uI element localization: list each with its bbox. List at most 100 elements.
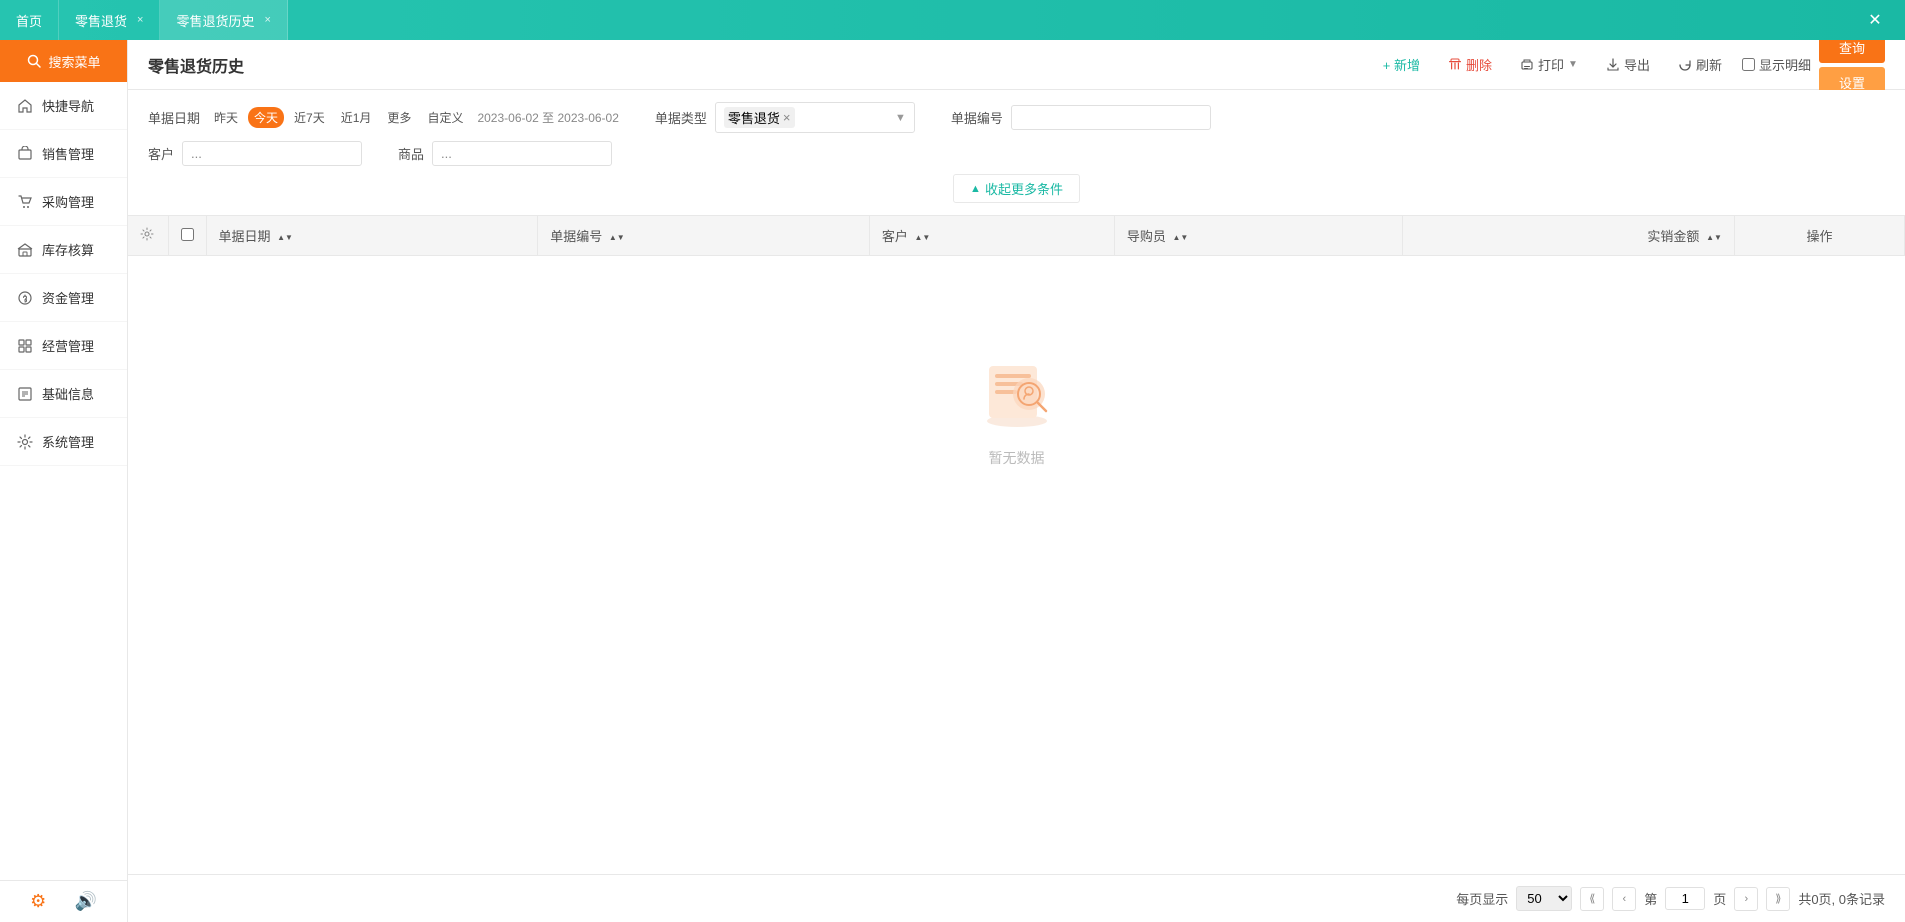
th-guide-label: 导购员 (1127, 229, 1166, 244)
date-filter: 单据日期 昨天 今天 近7天 近1月 更多 自定义 2023-06-02 至 2… (148, 107, 619, 128)
sidebar-item-purchase-mgmt[interactable]: 采购管理 (0, 178, 127, 226)
sidebar-item-quick-nav-label: 快捷导航 (42, 96, 94, 115)
date-opt-custom[interactable]: 自定义 (421, 107, 469, 128)
th-date[interactable]: 单据日期 ▲▼ (206, 216, 538, 256)
top-bar-right: ✕ (1861, 6, 1905, 34)
sidebar-item-finance[interactable]: 资金管理 (0, 274, 127, 322)
new-button[interactable]: + 新增 (1375, 51, 1428, 78)
th-checkbox[interactable] (168, 216, 206, 256)
sidebar-item-sales-label: 销售管理 (42, 144, 94, 163)
date-opt-1month[interactable]: 近1月 (335, 107, 378, 128)
warehouse-icon (16, 241, 34, 259)
show-detail-label: 显示明细 (1759, 55, 1811, 74)
select-all-checkbox[interactable] (181, 228, 194, 241)
type-select-arrow: ▼ (895, 112, 906, 124)
tab-retail-return-history-close[interactable]: × (264, 14, 270, 26)
top-bar: 首页 零售退货 × 零售退货历史 × ✕ (0, 0, 1905, 40)
date-filter-label: 单据日期 (148, 108, 200, 127)
print-button[interactable]: 打印 ▼ (1512, 51, 1586, 78)
th-amount[interactable]: 实销金额 ▲▼ (1403, 216, 1735, 256)
export-btn-label: 导出 (1624, 55, 1650, 74)
per-page-select[interactable]: 50 100 200 (1516, 886, 1572, 911)
type-tag: 零售退货 × (724, 107, 795, 128)
type-filter-label: 单据类型 (655, 108, 707, 127)
tab-home[interactable]: 首页 (0, 0, 59, 40)
th-settings[interactable] (128, 216, 168, 256)
last-page-button[interactable]: ⟫ (1766, 887, 1790, 911)
sidebar-menu: 快捷导航 销售管理 (0, 82, 127, 880)
tab-list: 首页 零售退货 × 零售退货历史 × (0, 0, 1861, 40)
show-detail-checkbox[interactable]: 显示明细 (1742, 55, 1811, 74)
system-icon (16, 433, 34, 451)
type-tag-label: 零售退货 (728, 108, 780, 127)
sidebar-item-sales-mgmt[interactable]: 销售管理 (0, 130, 127, 178)
table-container: 单据日期 ▲▼ 单据编号 ▲▼ 客户 ▲▼ 导购员 (128, 216, 1905, 874)
date-sort-icon: ▲▼ (277, 234, 293, 242)
no-sort-icon: ▲▼ (609, 234, 625, 242)
th-customer-label: 客户 (882, 229, 908, 244)
customer-sort-icon: ▲▼ (915, 234, 931, 242)
print-icon (1520, 58, 1534, 72)
refresh-button[interactable]: 刷新 (1670, 51, 1730, 78)
print-dropdown-icon[interactable]: ▼ (1568, 59, 1578, 70)
goods-filter-input[interactable]: ... (432, 141, 612, 166)
empty-state: 暂无数据 (128, 256, 1905, 548)
empty-text: 暂无数据 (989, 448, 1045, 468)
date-opt-today[interactable]: 今天 (248, 107, 284, 128)
date-range-display: 2023-06-02 至 2023-06-02 (477, 109, 618, 126)
prev-page-button[interactable]: ‹ (1612, 887, 1636, 911)
sidebar-item-purchase-label: 采购管理 (42, 192, 94, 211)
next-page-button[interactable]: › (1734, 887, 1758, 911)
refresh-icon (1678, 58, 1692, 72)
customer-filter-input[interactable]: ... (182, 141, 362, 166)
sidebar-search[interactable]: 搜索菜单 (0, 40, 127, 82)
tab-retail-return-history[interactable]: 零售退货历史 × (160, 0, 287, 40)
export-button[interactable]: 导出 (1598, 51, 1658, 78)
delete-button[interactable]: 删除 (1440, 51, 1500, 78)
tab-retail-return[interactable]: 零售退货 × (59, 0, 160, 40)
type-tag-close[interactable]: × (783, 110, 791, 125)
sidebar-settings-icon[interactable]: ⚙ (30, 891, 46, 912)
toolbar: + 新增 删除 (1375, 51, 1811, 78)
customer-placeholder: ... (191, 146, 202, 161)
voucher-filter-input[interactable] (1011, 105, 1211, 130)
page-number-input[interactable]: 1 (1665, 887, 1705, 910)
date-options: 昨天 今天 近7天 近1月 更多 自定义 (208, 107, 469, 128)
window-close-button[interactable]: ✕ (1861, 6, 1889, 34)
filter-area: 单据日期 昨天 今天 近7天 近1月 更多 自定义 2023-06-02 至 2… (128, 90, 1905, 216)
sidebar-item-inventory[interactable]: 库存核算 (0, 226, 127, 274)
total-label: 共0页, 0条记录 (1798, 889, 1885, 908)
page-header: 零售退货历史 + 新增 删除 (128, 40, 1905, 90)
date-opt-yesterday[interactable]: 昨天 (208, 107, 244, 128)
first-page-button[interactable]: ⟪ (1580, 887, 1604, 911)
main-layout: 搜索菜单 快捷导航 销售管理 (0, 40, 1905, 922)
collapse-button[interactable]: ▲ 收起更多条件 (953, 174, 1080, 203)
operations-icon (16, 337, 34, 355)
content-area: 零售退货历史 + 新增 删除 (128, 40, 1905, 922)
guide-sort-icon: ▲▼ (1173, 234, 1189, 242)
date-opt-7days[interactable]: 近7天 (288, 107, 331, 128)
filter-row-1: 单据日期 昨天 今天 近7天 近1月 更多 自定义 2023-06-02 至 2… (148, 102, 1885, 133)
home-icon (16, 97, 34, 115)
query-button[interactable]: 查询 (1819, 40, 1885, 63)
search-icon (26, 53, 42, 69)
per-page-label: 每页显示 (1456, 889, 1508, 908)
th-guide[interactable]: 导购员 ▲▼ (1114, 216, 1402, 256)
th-no[interactable]: 单据编号 ▲▼ (538, 216, 870, 256)
amount-sort-icon: ▲▼ (1706, 234, 1722, 242)
purchase-icon (16, 193, 34, 211)
type-filter-select[interactable]: 零售退货 × ▼ (715, 102, 915, 133)
sidebar-volume-icon[interactable]: 🔊 (74, 891, 96, 912)
date-opt-more[interactable]: 更多 (381, 107, 417, 128)
sidebar-item-quick-nav[interactable]: 快捷导航 (0, 82, 127, 130)
delete-btn-label: 删除 (1466, 55, 1492, 74)
pagination-bar: 每页显示 50 100 200 ⟪ ‹ 第 1 页 › ⟫ 共0页, 0条记录 (128, 874, 1905, 922)
tab-retail-return-close[interactable]: × (137, 14, 143, 26)
th-customer[interactable]: 客户 ▲▼ (869, 216, 1114, 256)
show-detail-input[interactable] (1742, 58, 1755, 71)
sidebar-item-system[interactable]: 系统管理 (0, 418, 127, 466)
tab-home-label: 首页 (16, 11, 42, 30)
sidebar-item-basic-info[interactable]: 基础信息 (0, 370, 127, 418)
sidebar-item-finance-label: 资金管理 (42, 288, 94, 307)
sidebar-item-operations[interactable]: 经营管理 (0, 322, 127, 370)
